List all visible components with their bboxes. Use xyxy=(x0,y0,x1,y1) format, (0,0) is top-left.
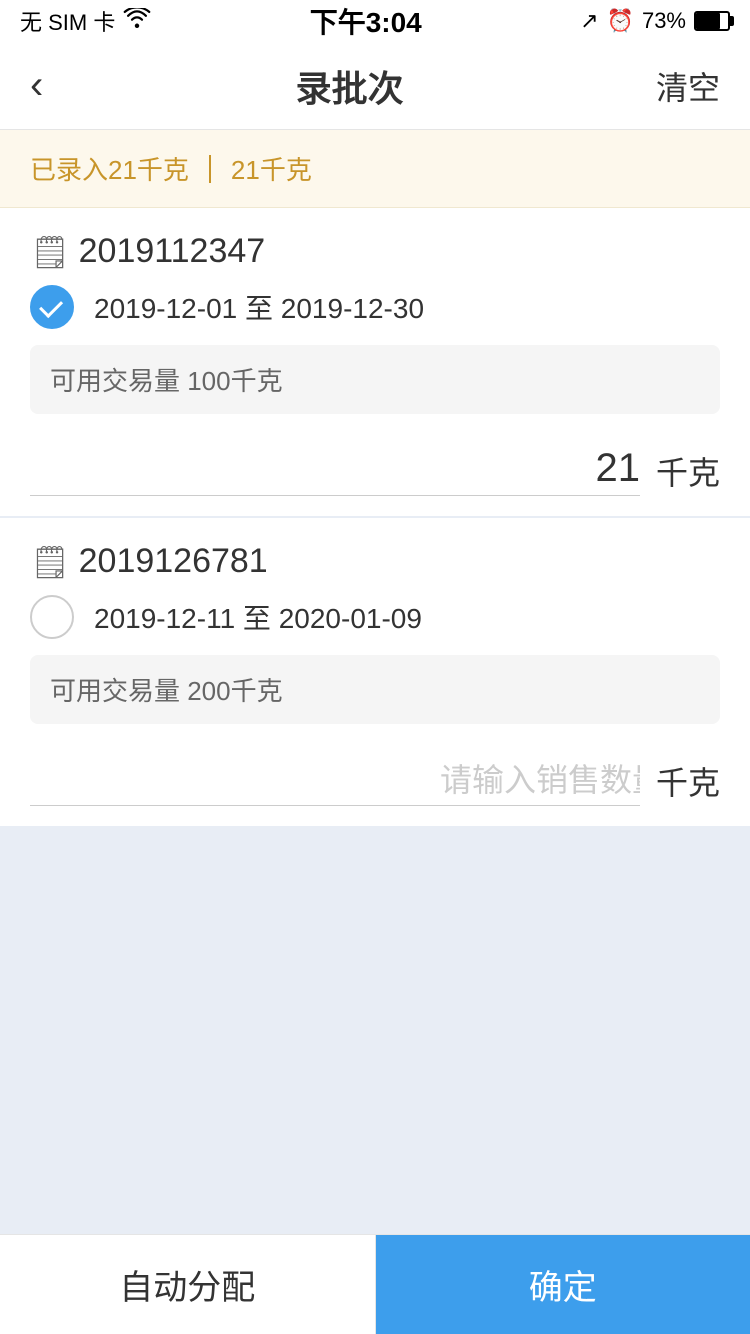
radio-1[interactable] xyxy=(30,285,74,329)
radio-2[interactable] xyxy=(30,595,74,639)
alarm-icon: ⏰ xyxy=(607,8,634,34)
page-title: 录批次 xyxy=(296,60,404,112)
clear-button[interactable]: 清空 xyxy=(656,63,720,109)
quantity-unit-1: 千克 xyxy=(656,448,720,494)
quantity-unit-2: 千克 xyxy=(656,758,720,804)
batch-availability-2: 可用交易量 200千克 xyxy=(30,655,720,724)
batch-date-1: 2019-12-01 至 2019-12-30 xyxy=(94,287,424,327)
batch-date-row-2: 2019-12-11 至 2020-01-09 xyxy=(0,591,750,655)
info-label: 已录入21千克 xyxy=(30,150,189,187)
back-button[interactable]: ‹ xyxy=(30,63,43,108)
info-banner: 已录入21千克 21千克 xyxy=(0,130,750,208)
quantity-row-1: 千克 xyxy=(0,430,750,516)
batch-id-2: 2019126781 xyxy=(79,542,268,581)
battery-icon xyxy=(694,11,730,31)
quantity-underline-1 xyxy=(30,495,640,496)
quantity-row-2: 千克 xyxy=(0,740,750,826)
quantity-wrapper-1 xyxy=(30,446,640,496)
batch-header-2: 🗒 2019126781 xyxy=(0,518,750,591)
batch-date-2: 2019-12-11 至 2020-01-09 xyxy=(94,597,422,637)
batch-icon-2: 🗒 xyxy=(30,543,71,581)
batch-date-row-1: 2019-12-01 至 2019-12-30 xyxy=(0,281,750,345)
status-bar: 无 SIM 卡 下午3:04 ↗ ⏰ 73% xyxy=(0,0,750,42)
info-value: 21千克 xyxy=(231,150,312,187)
status-right: ↗ ⏰ 73% xyxy=(580,8,730,34)
page-content: 已录入21千克 21千克 🗒 2019112347 2019-12-01 至 2… xyxy=(0,130,750,1334)
wifi-icon xyxy=(123,8,151,34)
carrier-text: 无 SIM 卡 xyxy=(20,5,115,37)
auto-distribute-button[interactable]: 自动分配 xyxy=(0,1235,376,1334)
status-time: 下午3:04 xyxy=(310,1,422,41)
empty-area xyxy=(0,828,750,1234)
quantity-wrapper-2 xyxy=(30,756,640,806)
status-left: 无 SIM 卡 xyxy=(20,5,151,37)
batch-item-1: 🗒 2019112347 2019-12-01 至 2019-12-30 可用交… xyxy=(0,208,750,516)
batch-availability-1: 可用交易量 100千克 xyxy=(30,345,720,414)
batch-id-1: 2019112347 xyxy=(79,232,266,271)
info-divider xyxy=(209,155,211,183)
confirm-button[interactable]: 确定 xyxy=(376,1235,750,1334)
batch-header-1: 🗒 2019112347 xyxy=(0,208,750,281)
quantity-input-1[interactable] xyxy=(440,446,640,491)
location-icon: ↗ xyxy=(580,8,598,34)
battery-text: 73% xyxy=(642,8,686,34)
batch-item-2: 🗒 2019126781 2019-12-11 至 2020-01-09 可用交… xyxy=(0,518,750,826)
batch-icon-1: 🗒 xyxy=(30,233,71,271)
nav-bar: ‹ 录批次 清空 xyxy=(0,42,750,130)
quantity-input-2[interactable] xyxy=(440,756,640,801)
bottom-bar: 自动分配 确定 xyxy=(0,1234,750,1334)
quantity-underline-2 xyxy=(30,805,640,806)
